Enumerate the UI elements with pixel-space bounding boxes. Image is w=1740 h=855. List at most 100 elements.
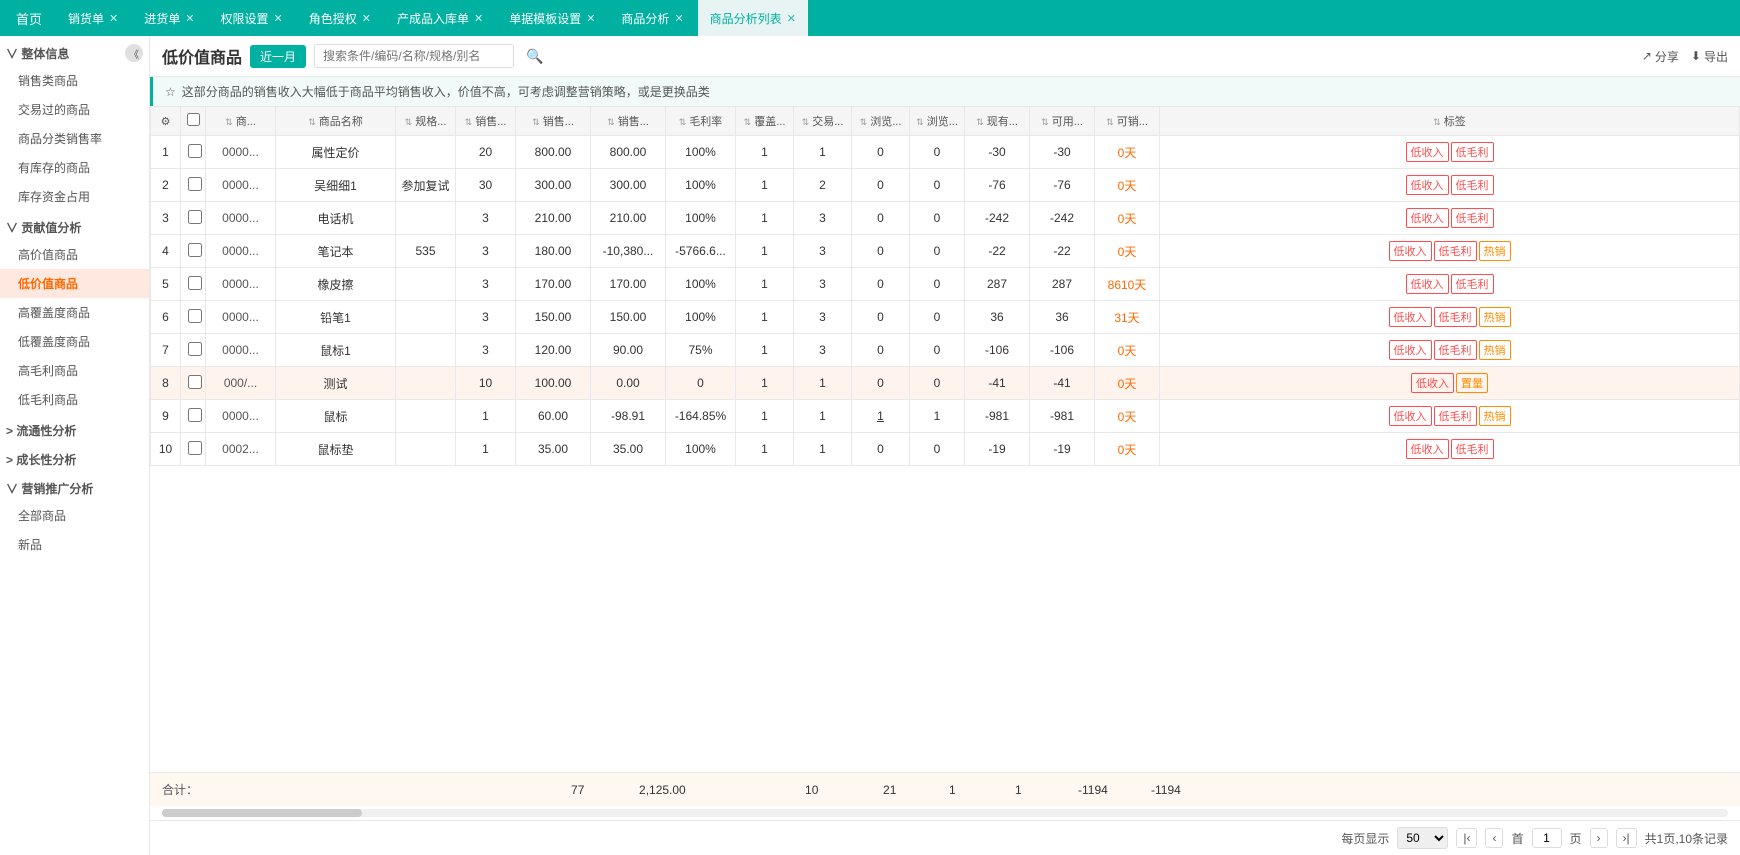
sidebar-item-high-value[interactable]: 高价值商品 <box>0 240 149 269</box>
recent-btn[interactable]: 近一月 <box>250 45 306 68</box>
total-pages-label: 共1页,10条记录 <box>1645 830 1728 847</box>
sidebar-item-new-products[interactable]: 新品 <box>0 530 149 559</box>
nav-template[interactable]: 单据模板设置 ✕ <box>497 0 607 36</box>
row-name: 鼠标垫 <box>276 433 396 466</box>
row-checkbox[interactable] <box>185 243 205 257</box>
nav-product-analysis-list[interactable]: 商品分析列表 ✕ <box>698 0 808 36</box>
search-input[interactable] <box>314 44 514 68</box>
last-page-btn[interactable]: ›| <box>1616 828 1637 848</box>
col-settings[interactable]: ⚙ <box>151 107 181 136</box>
sidebar-item-low-value[interactable]: 低价值商品 <box>0 269 149 298</box>
collapse-sidebar-btn[interactable]: 《 <box>125 44 143 62</box>
nav-product-analysis[interactable]: 商品分析 ✕ <box>609 0 695 36</box>
col-qty[interactable]: ⇅ 销售... <box>456 107 516 136</box>
nav-home[interactable]: 首页 <box>4 0 54 36</box>
col-browse2[interactable]: ⇅ 浏览... <box>910 107 965 136</box>
row-avail: -41 <box>1030 367 1095 400</box>
row-checkbox[interactable] <box>185 441 205 455</box>
row-checkbox-cell[interactable] <box>181 301 206 334</box>
row-checkbox-cell[interactable] <box>181 433 206 466</box>
current-page-input[interactable] <box>1532 828 1562 848</box>
col-checkbox[interactable] <box>181 107 206 136</box>
sidebar-item-high-margin[interactable]: 高毛利商品 <box>0 356 149 385</box>
sidebar-item-category-rate[interactable]: 商品分类销售率 <box>0 124 149 153</box>
row-browse1[interactable]: 0 <box>852 433 910 466</box>
sidebar-item-high-coverage[interactable]: 高覆盖度商品 <box>0 298 149 327</box>
row-browse1[interactable]: 0 <box>852 334 910 367</box>
scroll-thumb[interactable] <box>162 809 362 817</box>
share-icon: ↗ <box>1642 49 1652 63</box>
col-sale-amount[interactable]: ⇅ 销售... <box>516 107 591 136</box>
row-checkbox-cell[interactable] <box>181 235 206 268</box>
col-spec[interactable]: ⇅ 规格... <box>396 107 456 136</box>
close-product-analysis-list[interactable]: ✕ <box>787 12 796 25</box>
col-saleable[interactable]: ⇅ 可销... <box>1095 107 1160 136</box>
search-icon[interactable]: 🔍 <box>526 48 543 65</box>
col-avail[interactable]: ⇅ 可用... <box>1030 107 1095 136</box>
row-checkbox[interactable] <box>185 342 205 356</box>
col-sale-profit[interactable]: ⇅ 销售... <box>591 107 666 136</box>
col-trade[interactable]: ⇅ 交易... <box>794 107 852 136</box>
row-checkbox-cell[interactable] <box>181 169 206 202</box>
row-checkbox-cell[interactable] <box>181 136 206 169</box>
row-code: 0000... <box>206 334 276 367</box>
col-code[interactable]: ⇅ 商... <box>206 107 276 136</box>
row-checkbox-cell[interactable] <box>181 400 206 433</box>
sidebar-item-all-products[interactable]: 全部商品 <box>0 501 149 530</box>
col-gross-rate[interactable]: ⇅ 毛利率 <box>666 107 736 136</box>
share-btn[interactable]: ↗ 分享 <box>1642 48 1679 65</box>
row-checkbox[interactable] <box>185 375 205 389</box>
row-checkbox[interactable] <box>185 210 205 224</box>
row-browse1[interactable]: 0 <box>852 268 910 301</box>
row-checkbox-cell[interactable] <box>181 334 206 367</box>
close-product-analysis[interactable]: ✕ <box>674 12 683 25</box>
row-browse1[interactable]: 0 <box>852 169 910 202</box>
row-checkbox-cell[interactable] <box>181 268 206 301</box>
sidebar-item-traded-products[interactable]: 交易过的商品 <box>0 95 149 124</box>
col-tags[interactable]: ⇅ 标签 <box>1160 107 1740 136</box>
table-row: 1 0000... 属性定价 20 800.00 800.00 100% 1 1… <box>151 136 1740 169</box>
col-name[interactable]: ⇅ 商品名称 <box>276 107 396 136</box>
first-page-btn[interactable]: |‹ <box>1456 828 1477 848</box>
close-production[interactable]: ✕ <box>474 12 483 25</box>
row-checkbox[interactable] <box>185 177 205 191</box>
nav-sales-order[interactable]: 销货单 ✕ <box>56 0 130 36</box>
row-checkbox[interactable] <box>185 144 205 158</box>
sidebar-item-low-coverage[interactable]: 低覆盖度商品 <box>0 327 149 356</box>
row-checkbox[interactable] <box>185 276 205 290</box>
nav-purchase[interactable]: 进货单 ✕ <box>132 0 206 36</box>
col-coverage[interactable]: ⇅ 覆盖... <box>736 107 794 136</box>
close-role-auth[interactable]: ✕ <box>362 12 371 25</box>
row-spec: 参加复试 <box>396 169 456 202</box>
tag-label: 低毛利 <box>1434 406 1477 426</box>
nav-production[interactable]: 产成品入库单 ✕ <box>385 0 495 36</box>
row-checkbox[interactable] <box>185 408 205 422</box>
row-browse1[interactable]: 0 <box>852 202 910 235</box>
row-checkbox[interactable] <box>185 309 205 323</box>
close-purchase[interactable]: ✕ <box>185 12 194 25</box>
nav-permissions[interactable]: 权限设置 ✕ <box>208 0 294 36</box>
close-sales-order[interactable]: ✕ <box>109 12 118 25</box>
row-checkbox-cell[interactable] <box>181 367 206 400</box>
export-btn[interactable]: ⬇ 导出 <box>1691 48 1728 65</box>
row-checkbox-cell[interactable] <box>181 202 206 235</box>
sidebar-item-sales-products[interactable]: 销售类商品 <box>0 66 149 95</box>
page-size-select[interactable]: 50 100 200 <box>1397 827 1448 849</box>
row-browse1[interactable]: 0 <box>852 367 910 400</box>
sidebar-item-low-margin[interactable]: 低毛利商品 <box>0 385 149 414</box>
close-permissions[interactable]: ✕ <box>274 12 283 25</box>
row-browse1[interactable]: 0 <box>852 136 910 169</box>
col-stock[interactable]: ⇅ 现有... <box>965 107 1030 136</box>
row-browse1[interactable]: 1 <box>852 400 910 433</box>
col-browse1[interactable]: ⇅ 浏览... <box>852 107 910 136</box>
row-browse1[interactable]: 0 <box>852 301 910 334</box>
prev-page-btn[interactable]: ‹ <box>1485 828 1503 848</box>
close-template[interactable]: ✕ <box>586 12 595 25</box>
sidebar-item-stocked-products[interactable]: 有库存的商品 <box>0 153 149 182</box>
scroll-track[interactable] <box>162 809 1728 817</box>
nav-role-auth[interactable]: 角色授权 ✕ <box>297 0 383 36</box>
select-all-checkbox[interactable] <box>187 113 200 126</box>
next-page-btn[interactable]: › <box>1590 828 1608 848</box>
row-browse1[interactable]: 0 <box>852 235 910 268</box>
sidebar-item-stock-capital[interactable]: 库存资金占用 <box>0 182 149 211</box>
